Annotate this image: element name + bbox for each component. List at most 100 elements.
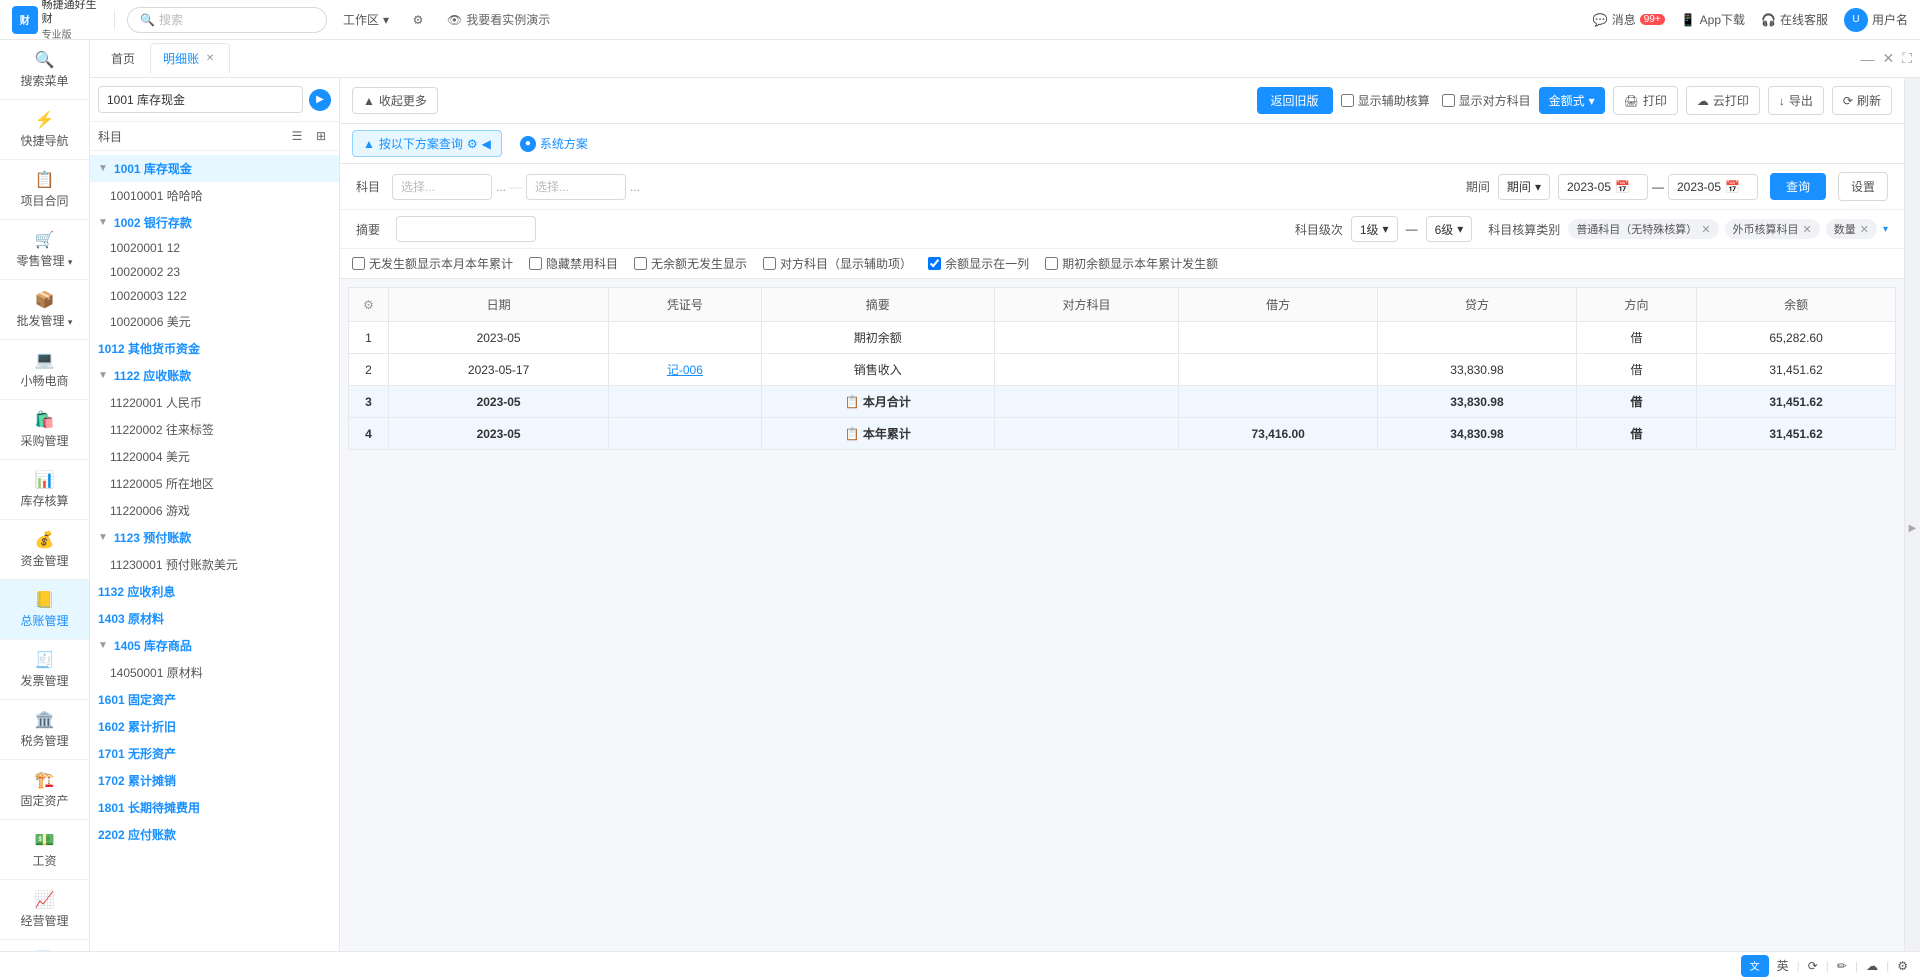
tree-item-11220002[interactable]: 11220002 往来标签 <box>90 416 339 443</box>
counterpart-checkbox[interactable] <box>1442 94 1455 107</box>
tree-item-1702[interactable]: 1702 累计摊销 <box>90 767 339 794</box>
show-counterpart-check[interactable]: 显示对方科目 <box>1442 92 1531 109</box>
tree-item-11230001[interactable]: 11230001 预付账款美元 <box>90 551 339 578</box>
settings-status-icon[interactable]: ⚙ <box>1897 959 1908 973</box>
user-profile[interactable]: U 用户名 <box>1844 8 1908 32</box>
tree-item-1123[interactable]: ▼ 1123 预付账款 <box>90 524 339 551</box>
level-end-select[interactable]: 6级 ▾ <box>1426 216 1473 242</box>
tree-item-1403[interactable]: 1403 原材料 <box>90 605 339 632</box>
tree-item-1602[interactable]: 1602 累计折旧 <box>90 713 339 740</box>
tree-item-10020006[interactable]: 10020006 美元 <box>90 308 339 335</box>
sidebar-item-search[interactable]: 🔍 搜索菜单 <box>0 40 89 100</box>
search-bar[interactable]: 🔍 搜索 <box>127 7 327 33</box>
option-checkbox[interactable] <box>352 257 365 270</box>
message-btn[interactable]: 💬 消息 99+ <box>1593 11 1665 28</box>
tree-item-1132[interactable]: 1132 应收利息 <box>90 578 339 605</box>
subject-selector[interactable]: 1001 库存现金 <box>98 86 303 113</box>
setting-btn[interactable]: 设置 <box>1838 172 1888 201</box>
tab-home[interactable]: 首页 <box>98 43 148 74</box>
sidebar-item-ecommerce[interactable]: 💻 小畅电商 <box>0 340 89 400</box>
expand-scheme-btn[interactable]: ▲ 收起更多 <box>352 87 438 114</box>
tab-close-icon[interactable]: ✕ <box>203 52 217 66</box>
tree-item-1002[interactable]: ▼ 1002 银行存款 <box>90 209 339 236</box>
tree-item-10010001[interactable]: 10010001 哈哈哈 <box>90 182 339 209</box>
option-checkbox[interactable] <box>529 257 542 270</box>
tree-item-1012[interactable]: 1012 其他货币资金 <box>90 335 339 362</box>
quantity-arrow[interactable]: ▾ <box>1883 224 1888 235</box>
sidebar-item-payroll[interactable]: 💵 工资 <box>0 820 89 880</box>
settings-icon[interactable]: ⚙ <box>405 7 431 33</box>
list-view-icon[interactable]: ☰ <box>287 126 307 146</box>
sidebar-item-fund[interactable]: 💰 资金管理 <box>0 520 89 580</box>
sidebar-item-tax[interactable]: 🏛️ 税务管理 <box>0 700 89 760</box>
sidebar-item-quick-nav[interactable]: ⚡ 快捷导航 <box>0 100 89 160</box>
right-edge-collapse[interactable]: ▶ <box>1904 78 1920 979</box>
tag-close-icon[interactable]: ✕ <box>1860 223 1869 236</box>
app-download-btn[interactable]: 📱 App下载 <box>1681 11 1745 28</box>
refresh-status-icon[interactable]: ⟳ <box>1808 959 1818 973</box>
print-btn[interactable]: 🖨 打印 <box>1613 86 1678 115</box>
tag-close-icon[interactable]: ✕ <box>1803 223 1812 236</box>
tree-item-1122[interactable]: ▼ 1122 应收账款 <box>90 362 339 389</box>
sidebar-item-invoice[interactable]: 🧾 发票管理 <box>0 640 89 700</box>
edit-status-icon[interactable]: ✏ <box>1837 959 1847 973</box>
window-minimize-icon[interactable]: — <box>1860 51 1874 67</box>
tree-item-2202[interactable]: 2202 应付账款 <box>90 821 339 848</box>
translate-btn[interactable]: 文 <box>1741 955 1769 977</box>
online-service-btn[interactable]: 🎧 在线客服 <box>1761 11 1828 28</box>
system-scheme-btn[interactable]: ● 系统方案 <box>510 131 598 156</box>
tree-item-1801[interactable]: 1801 长期待摊费用 <box>90 794 339 821</box>
tree-item-10020003[interactable]: 10020003 122 <box>90 284 339 308</box>
lang-switch[interactable]: 英 <box>1777 957 1789 974</box>
option-counterpart-auxiliary[interactable]: 对方科目（显示辅助项） <box>763 255 912 272</box>
tree-item-1001[interactable]: ▼ 1001 库存现金 <box>90 155 339 182</box>
tree-item-1701[interactable]: 1701 无形资产 <box>90 740 339 767</box>
window-expand-icon[interactable]: ⛶ <box>1902 50 1912 67</box>
export-btn[interactable]: ↓ 导出 <box>1768 86 1824 115</box>
tree-item-14050001[interactable]: 14050001 原材料 <box>90 659 339 686</box>
subject-start-input[interactable]: 选择... <box>392 174 492 200</box>
period-start-input[interactable]: 2023-05 📅 <box>1558 174 1648 200</box>
scheme-filter-btn[interactable]: ▲ 按以下方案查询 ⚙ ◀ <box>352 130 502 157</box>
filter-settings-icon[interactable]: ⚙ <box>467 137 478 151</box>
option-checkbox[interactable] <box>763 257 776 270</box>
refresh-btn[interactable]: ⟳ 刷新 <box>1832 86 1892 115</box>
tag-close-icon[interactable]: ✕ <box>1701 223 1710 236</box>
option-checkbox[interactable] <box>1045 257 1058 270</box>
workspace-dropdown[interactable]: 工作区 ▾ <box>335 11 397 28</box>
sidebar-item-ledger[interactable]: 📒 总账管理 <box>0 580 89 640</box>
subject-end-input[interactable]: 选择... <box>526 174 626 200</box>
tree-item-11220001[interactable]: 11220001 人民币 <box>90 389 339 416</box>
tree-item-1601[interactable]: 1601 固定资产 <box>90 686 339 713</box>
next-subject-btn[interactable]: ▶ <box>309 89 331 111</box>
grid-view-icon[interactable]: ⊞ <box>311 126 331 146</box>
sidebar-item-management[interactable]: 📈 经营管理 <box>0 880 89 940</box>
cloud-status-icon[interactable]: ☁ <box>1866 959 1878 973</box>
show-auxiliary-check[interactable]: 显示辅助核算 <box>1341 92 1430 109</box>
demo-link[interactable]: 👁 我要看实例演示 <box>447 11 550 28</box>
window-close-icon[interactable]: ✕ <box>1882 50 1894 67</box>
option-initial-balance[interactable]: 期初余额显示本年累计发生额 <box>1045 255 1218 272</box>
period-type-select[interactable]: 期间 ▾ <box>1498 174 1550 200</box>
tree-item-1405[interactable]: ▼ 1405 库存商品 <box>90 632 339 659</box>
sidebar-item-purchase[interactable]: 🛍️ 采购管理 <box>0 400 89 460</box>
return-old-version-btn[interactable]: 返回旧版 <box>1257 87 1333 114</box>
tab-ledger[interactable]: 明细账 ✕ <box>150 43 230 74</box>
auxiliary-checkbox[interactable] <box>1341 94 1354 107</box>
period-end-input[interactable]: 2023-05 📅 <box>1668 174 1758 200</box>
tree-item-10020002[interactable]: 10020002 23 <box>90 260 339 284</box>
sidebar-item-inventory[interactable]: 📊 库存核算 <box>0 460 89 520</box>
sidebar-item-fixed-assets[interactable]: 🏗️ 固定资产 <box>0 760 89 820</box>
level-start-select[interactable]: 1级 ▾ <box>1351 216 1398 242</box>
option-checkbox[interactable] <box>928 257 941 270</box>
format-btn[interactable]: 金额式 ▾ <box>1539 87 1605 114</box>
sidebar-item-wholesale[interactable]: 📦 批发管理 ▾ <box>0 280 89 340</box>
option-balance-one-col[interactable]: 余额显示在一列 <box>928 255 1029 272</box>
tree-item-10020001[interactable]: 10020001 12 <box>90 236 339 260</box>
query-btn[interactable]: 查询 <box>1770 173 1826 200</box>
tree-item-11220006[interactable]: 11220006 游戏 <box>90 497 339 524</box>
tree-item-11220005[interactable]: 11220005 所在地区 <box>90 470 339 497</box>
summary-input[interactable] <box>396 216 536 242</box>
option-checkbox[interactable] <box>634 257 647 270</box>
voucher-link[interactable]: 记-006 <box>667 363 703 377</box>
